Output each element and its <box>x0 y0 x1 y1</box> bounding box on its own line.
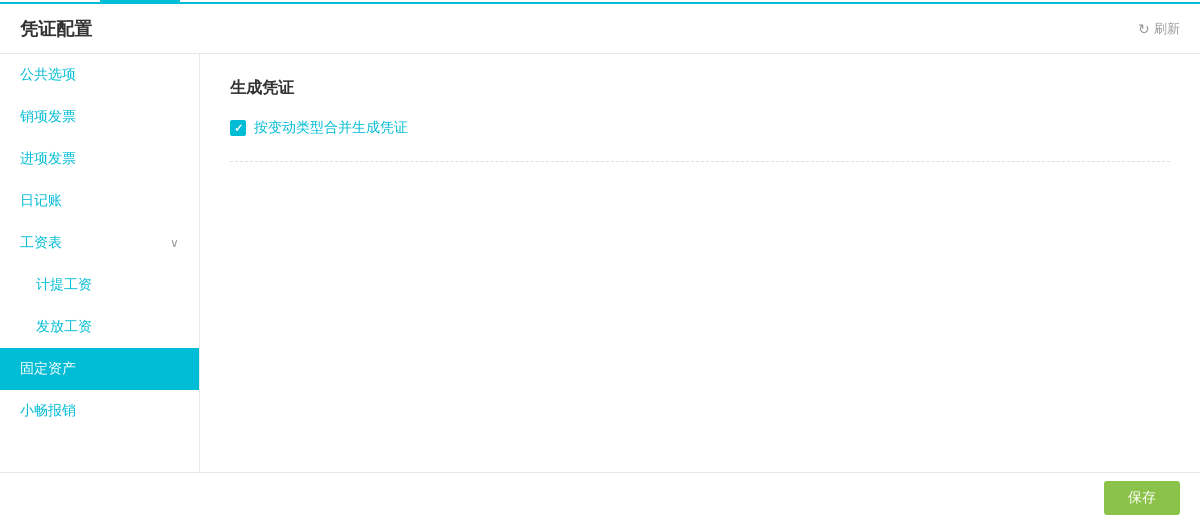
save-button[interactable]: 保存 <box>1104 481 1180 515</box>
chevron-down-icon: ∨ <box>170 236 179 250</box>
checkbox-label[interactable]: 按变动类型合并生成凭证 <box>254 119 408 137</box>
sidebar-item-label: 固定资产 <box>20 360 76 378</box>
main-layout: 公共选项销项发票进项发票日记账工资表 ∨ 计提工资发放工资固定资产小畅报销 生成凭证… <box>0 54 1200 472</box>
sidebar-item-label: 计提工资 <box>36 276 92 294</box>
sidebar-item-label: 小畅报销 <box>20 402 76 420</box>
checkbox-row: ✓ 按变动类型合并生成凭证 <box>230 119 1170 137</box>
sidebar-item-public-options[interactable]: 公共选项 <box>0 54 199 96</box>
page-title: 凭证配置 <box>20 17 92 41</box>
top-tabs <box>0 0 1200 4</box>
sidebar-item-label: 进项发票 <box>20 150 76 168</box>
sidebar-item-label: 公共选项 <box>20 66 76 84</box>
sidebar-item-payroll-provision[interactable]: 计提工资 <box>0 264 199 306</box>
sidebar-item-fixed-assets[interactable]: 固定资产 <box>0 348 199 390</box>
sidebar-item-journal[interactable]: 日记账 <box>0 180 199 222</box>
sidebar-item-sales-invoice[interactable]: 销项发票 <box>0 96 199 138</box>
sidebar-item-label: 工资表 <box>20 234 62 252</box>
sidebar-item-label: 日记账 <box>20 192 62 210</box>
sidebar: 公共选项销项发票进项发票日记账工资表 ∨ 计提工资发放工资固定资产小畅报销 <box>0 54 200 472</box>
check-icon: ✓ <box>234 122 243 135</box>
sidebar-item-label: 销项发票 <box>20 108 76 126</box>
divider <box>230 161 1170 162</box>
refresh-button[interactable]: ↻ 刷新 <box>1138 20 1180 38</box>
refresh-label: 刷新 <box>1154 20 1180 38</box>
sidebar-item-label: 发放工资 <box>36 318 92 336</box>
footer: 保存 <box>0 472 1200 522</box>
sidebar-item-expense-reimbursement[interactable]: 小畅报销 <box>0 390 199 432</box>
content-area: 生成凭证 ✓ 按变动类型合并生成凭证 <box>200 54 1200 472</box>
sidebar-item-payroll-distribution[interactable]: 发放工资 <box>0 306 199 348</box>
merge-checkbox[interactable]: ✓ <box>230 120 246 136</box>
sidebar-item-purchase-invoice[interactable]: 进项发票 <box>0 138 199 180</box>
page-container: 凭证配置 ↻ 刷新 公共选项销项发票进项发票日记账工资表 ∨ 计提工资发放工资固定资… <box>0 0 1200 522</box>
tab-indicator <box>100 0 180 4</box>
refresh-icon: ↻ <box>1138 21 1150 37</box>
header: 凭证配置 ↻ 刷新 <box>0 4 1200 54</box>
sidebar-item-payroll-table[interactable]: 工资表 ∨ <box>0 222 199 264</box>
section-title: 生成凭证 <box>230 78 1170 99</box>
